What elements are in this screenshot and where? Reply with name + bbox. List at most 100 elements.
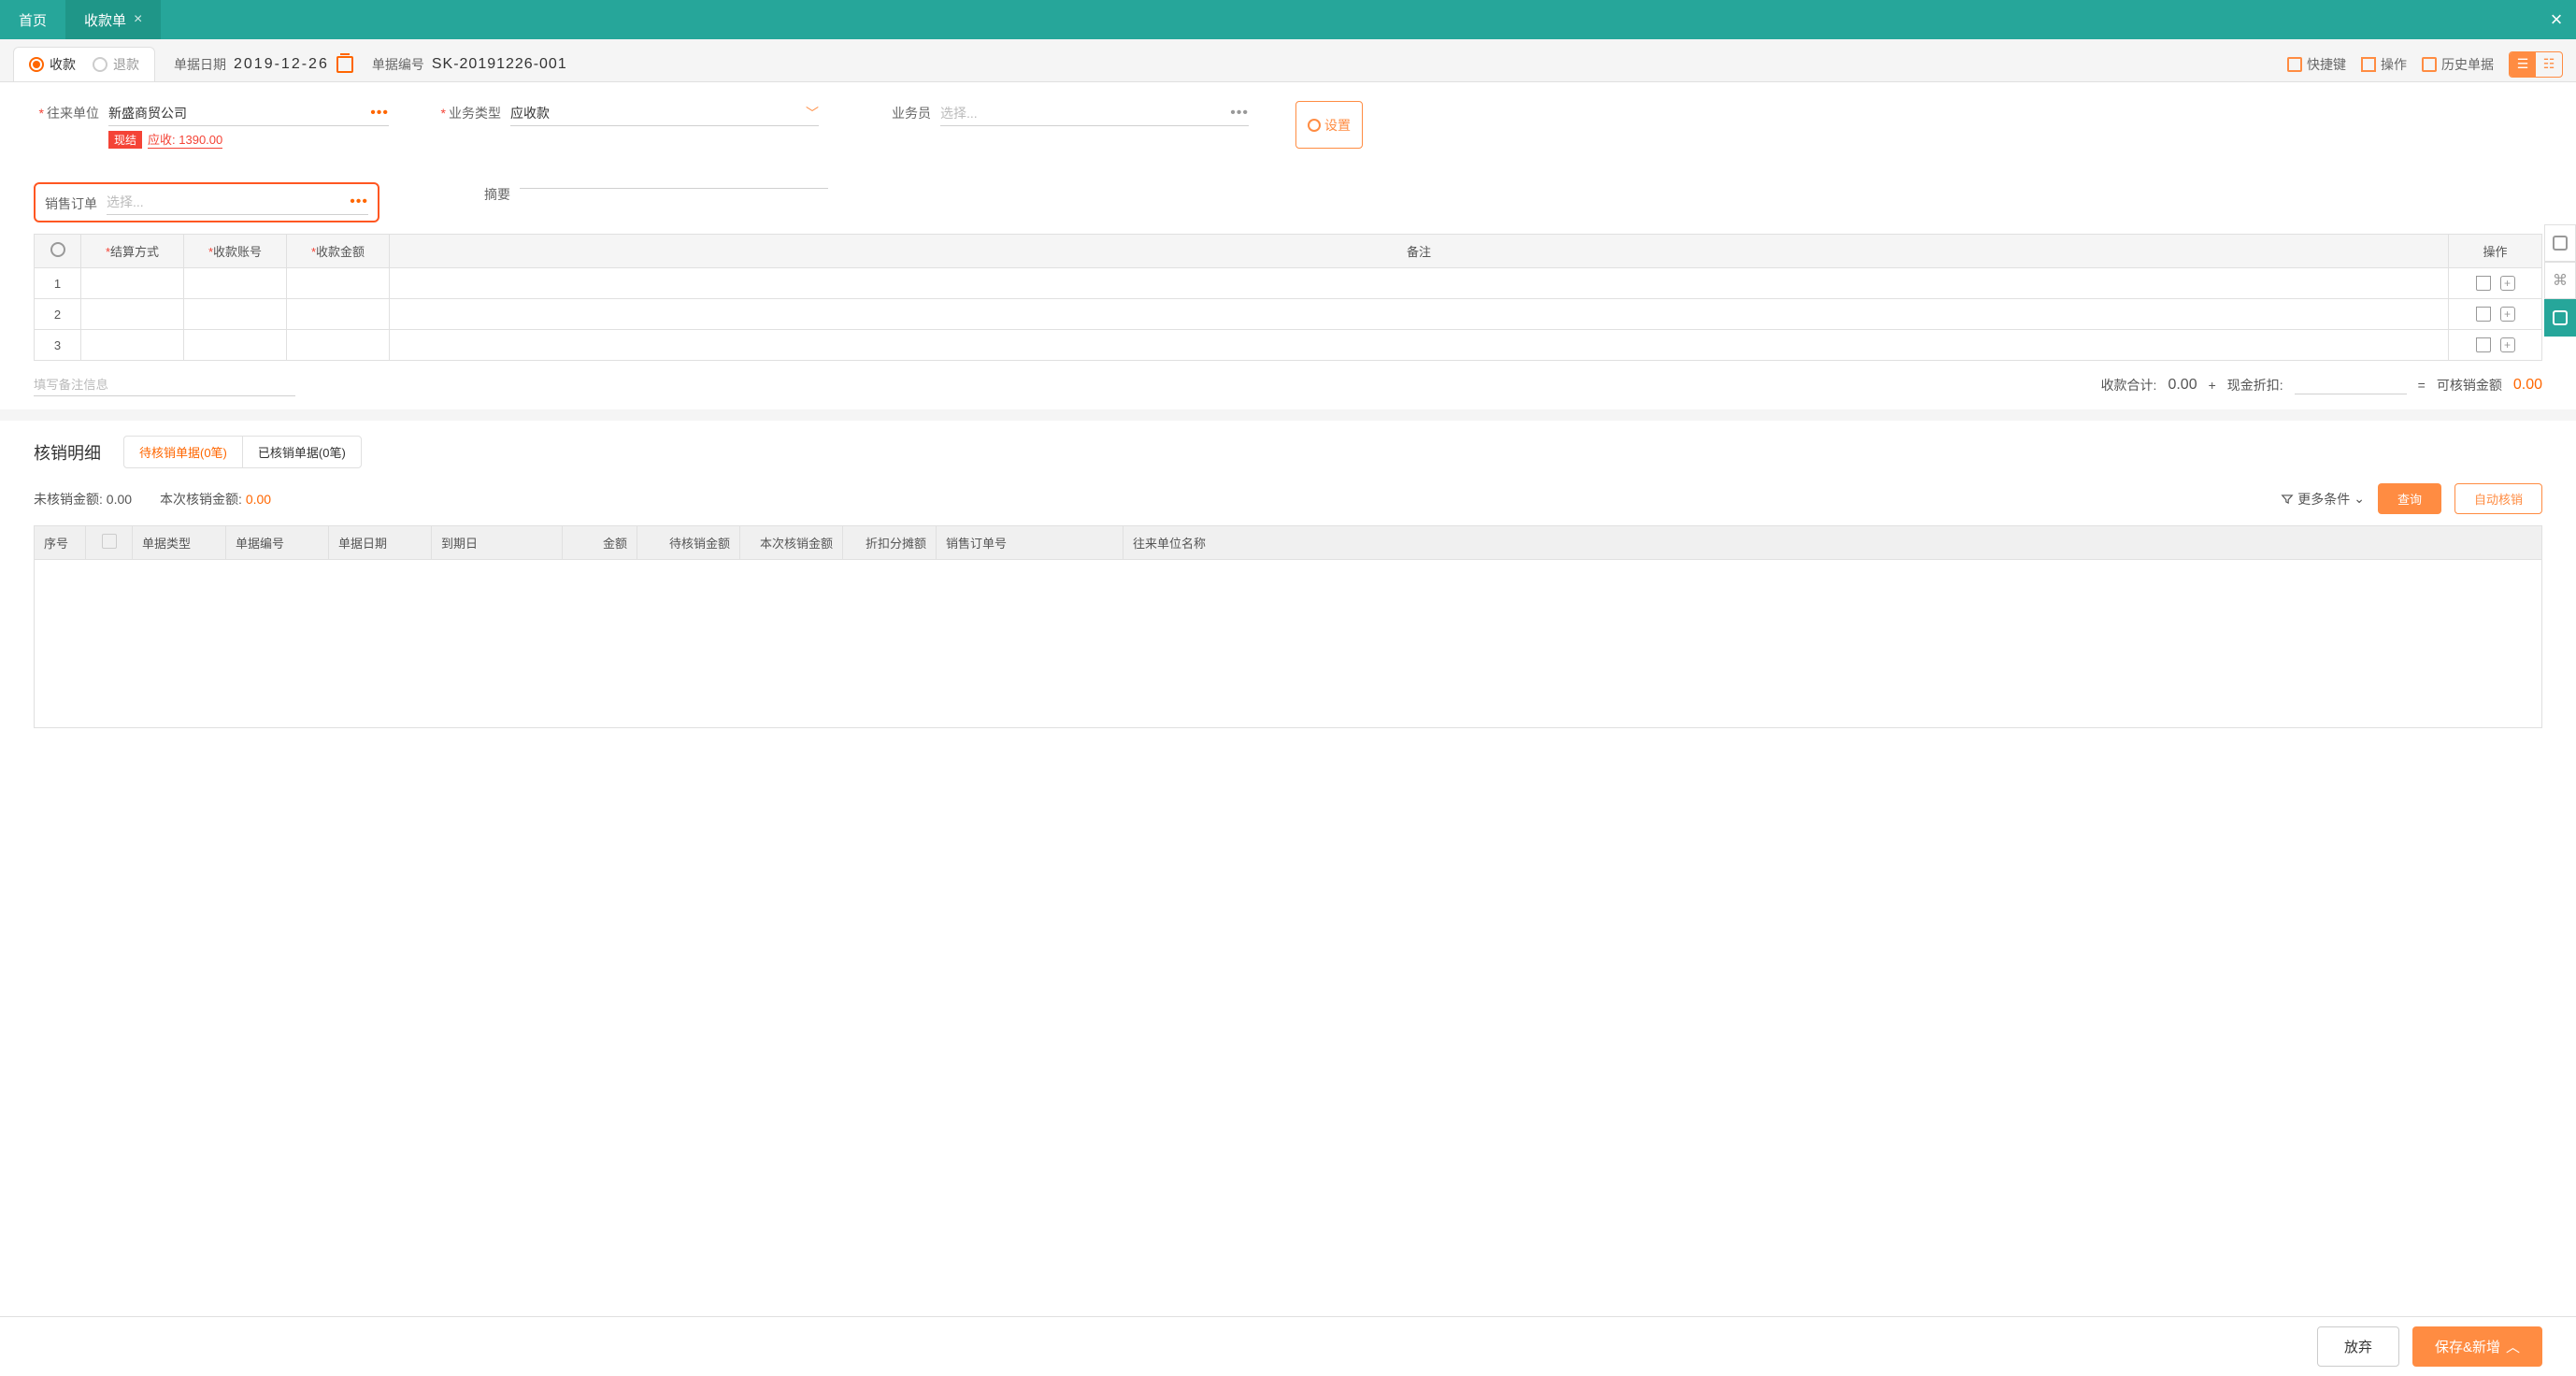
form-area: 往来单位 新盛商贸公司 ••• 现结 应收: 1390.00 业务类型 应收款 … xyxy=(0,82,2576,234)
col-party-name: 往来单位名称 xyxy=(1123,526,2542,560)
history-link[interactable]: 历史单据 xyxy=(2422,55,2494,74)
header-tabs: 首页 收款单 × × xyxy=(0,0,2576,39)
cell-settle[interactable] xyxy=(81,268,184,299)
sales-order-input[interactable]: 选择... ••• xyxy=(107,190,368,215)
salesman-input[interactable]: 选择... ••• xyxy=(940,101,1249,126)
cell-settle[interactable] xyxy=(81,299,184,330)
cell-amount[interactable] xyxy=(287,330,390,361)
ellipsis-icon[interactable]: ••• xyxy=(1230,105,1249,122)
view-list-icon[interactable]: ☰ xyxy=(2510,52,2536,77)
doc-no-label: 单据编号 xyxy=(372,55,424,74)
cell-account[interactable] xyxy=(184,268,287,299)
verify-head: 核销明细 待核销单据(0笔) 已核销单据(0笔) xyxy=(34,436,2542,468)
sub-header: 收款 退款 单据日期 2019-12-26 单据编号 SK-20191226-0… xyxy=(0,39,2576,82)
add-icon[interactable] xyxy=(2500,337,2515,352)
col-check[interactable] xyxy=(86,526,133,560)
checkbox-icon[interactable] xyxy=(102,534,117,549)
calendar-icon[interactable] xyxy=(336,56,353,73)
save-new-button[interactable]: 保存&新增 ︿ xyxy=(2412,1326,2542,1367)
row-ops xyxy=(2449,268,2542,299)
add-icon[interactable] xyxy=(2500,307,2515,322)
link-icon: ⌘ xyxy=(2553,271,2568,290)
receivable-link[interactable]: 应收: 1390.00 xyxy=(148,130,222,149)
totals-row: 收款合计: 0.00 + 现金折扣: = 可核销金额 0.00 xyxy=(0,361,2576,409)
radio-refund[interactable]: 退款 xyxy=(93,55,139,74)
table-row[interactable]: 3 xyxy=(35,330,2542,361)
settle-badge: 现结 xyxy=(108,131,142,149)
salesman-label: 业务员 xyxy=(866,101,931,122)
cell-remark[interactable] xyxy=(390,330,2449,361)
verify-table: 序号 单据类型 单据编号 单据日期 到期日 金额 待核销金额 本次核销金额 折扣… xyxy=(34,525,2542,728)
side-link-icon[interactable]: ⌘ xyxy=(2544,262,2576,299)
doc-date-value[interactable]: 2019-12-26 xyxy=(234,56,329,73)
query-button[interactable]: 查询 xyxy=(2378,483,2441,514)
verify-controls: 未核销金额: 0.00 本次核销金额: 0.00 更多条件 ⌄ 查询 自动核销 xyxy=(34,483,2542,514)
tab-receipt[interactable]: 收款单 × xyxy=(65,0,161,39)
delete-icon[interactable] xyxy=(2476,307,2491,322)
close-icon[interactable]: × xyxy=(134,11,142,28)
gear-icon xyxy=(50,242,65,257)
tab-done[interactable]: 已核销单据(0笔) xyxy=(243,437,361,467)
col-seq: 序号 xyxy=(35,526,86,560)
unwritten-stat: 未核销金额: 0.00 xyxy=(34,490,132,509)
equals-sign: = xyxy=(2418,378,2426,393)
col-ops: 操作 xyxy=(2449,235,2542,268)
delete-icon[interactable] xyxy=(2476,337,2491,352)
col-no: 单据编号 xyxy=(226,526,329,560)
cell-amount[interactable] xyxy=(287,268,390,299)
writeoff-value: 0.00 xyxy=(2513,377,2542,394)
grid-settings-header[interactable] xyxy=(35,235,81,268)
cell-settle[interactable] xyxy=(81,330,184,361)
cell-amount[interactable] xyxy=(287,299,390,330)
operations-link[interactable]: 操作 xyxy=(2361,55,2407,74)
footer-spacer xyxy=(0,743,2576,818)
shortcuts-link[interactable]: 快捷键 xyxy=(2287,55,2346,74)
cell-account[interactable] xyxy=(184,299,287,330)
cell-remark[interactable] xyxy=(390,268,2449,299)
gear-icon xyxy=(1308,119,1321,132)
side-print-icon[interactable] xyxy=(2544,224,2576,262)
radio-unchecked-icon xyxy=(93,57,107,72)
party-row: 往来单位 新盛商贸公司 ••• 现结 应收: 1390.00 xyxy=(34,101,389,149)
party-input[interactable]: 新盛商贸公司 ••• xyxy=(108,101,389,126)
sales-order-highlight: 销售订单 选择... ••• xyxy=(34,182,379,222)
cell-remark[interactable] xyxy=(390,299,2449,330)
writeoff-label: 可核销金额 xyxy=(2437,376,2502,394)
col-amount: *收款金额 xyxy=(287,235,390,268)
view-grid-icon[interactable]: ☷ xyxy=(2536,52,2562,77)
verify-section: 核销明细 待核销单据(0笔) 已核销单据(0笔) 未核销金额: 0.00 本次核… xyxy=(0,409,2576,743)
remark-input[interactable] xyxy=(34,374,295,396)
discard-button[interactable]: 放弃 xyxy=(2317,1326,2399,1367)
radio-receive[interactable]: 收款 xyxy=(29,55,76,74)
col-type: 单据类型 xyxy=(133,526,226,560)
col-due: 到期日 xyxy=(432,526,563,560)
totals-right: 收款合计: 0.00 + 现金折扣: = 可核销金额 0.00 xyxy=(2101,376,2542,394)
tab-home[interactable]: 首页 xyxy=(0,0,65,39)
add-icon[interactable] xyxy=(2500,276,2515,291)
table-row[interactable]: 1 xyxy=(35,268,2542,299)
more-conditions[interactable]: 更多条件 ⌄ xyxy=(2281,490,2365,509)
discount-input[interactable] xyxy=(2295,376,2407,394)
tab-pending[interactable]: 待核销单据(0笔) xyxy=(124,437,243,467)
payment-grid: *结算方式 *收款账号 *收款金额 备注 操作 1 2 3 xyxy=(34,234,2542,361)
window-close-icon[interactable]: × xyxy=(2537,0,2576,39)
cell-account[interactable] xyxy=(184,330,287,361)
printer-icon xyxy=(2553,236,2568,251)
ellipsis-icon[interactable]: ••• xyxy=(370,105,389,122)
sales-order-label: 销售订单 xyxy=(45,192,97,213)
ellipsis-icon[interactable]: ••• xyxy=(350,194,368,210)
biztype-row: 业务类型 应收款 ﹀ xyxy=(436,101,819,149)
table-row[interactable]: 2 xyxy=(35,299,2542,330)
summary-input[interactable] xyxy=(520,182,828,189)
grid-icon xyxy=(2361,57,2376,72)
salesman-row: 业务员 选择... ••• xyxy=(866,101,1249,149)
col-order-no: 销售订单号 xyxy=(937,526,1123,560)
chevron-down-icon: ⌄ xyxy=(2354,491,2365,507)
auto-writeoff-button[interactable]: 自动核销 xyxy=(2454,483,2542,514)
settings-button[interactable]: 设置 xyxy=(1295,101,1363,149)
sales-order-placeholder: 选择... xyxy=(107,193,144,211)
biztype-select[interactable]: 应收款 ﹀ xyxy=(510,101,819,126)
side-expand-icon[interactable] xyxy=(2544,299,2576,337)
verify-actions: 更多条件 ⌄ 查询 自动核销 xyxy=(2281,483,2542,514)
delete-icon[interactable] xyxy=(2476,276,2491,291)
